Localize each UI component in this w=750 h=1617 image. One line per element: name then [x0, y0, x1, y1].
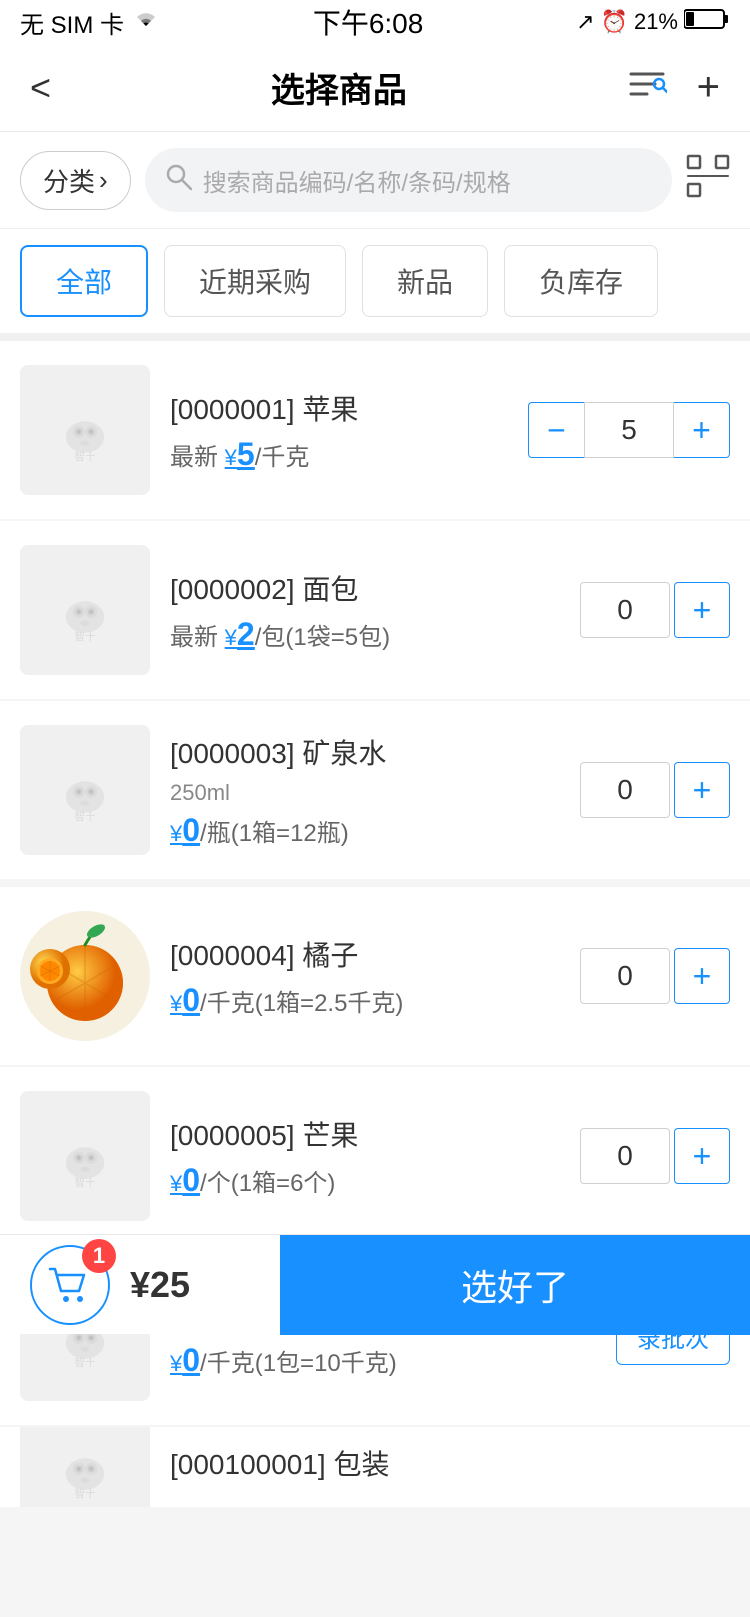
qty-plus-5[interactable]: + — [674, 1128, 730, 1184]
qty-input-4[interactable] — [580, 948, 670, 1004]
product-info-4: [0000004] 橘子 ¥0/千克(1箱=2.5千克) — [170, 934, 560, 1019]
qty-control-1: − + — [528, 402, 730, 458]
product-image-1: 智十 — [20, 365, 150, 495]
product-image-5: 智十 — [20, 1091, 150, 1221]
bottom-bar: 1 ¥25 选好了 — [0, 1234, 750, 1334]
product-name-7: [000100001] 包装 — [170, 1443, 730, 1483]
qty-plus-1[interactable]: + — [674, 402, 730, 458]
product-item-2: 智十 [0000002] 面包 最新 ¥2/包(1袋=5包) + — [0, 521, 750, 699]
qty-input-5[interactable] — [580, 1128, 670, 1184]
product-item-1: 智十 [0000001] 苹果 最新 ¥5/千克 − + — [0, 341, 750, 519]
category-chevron-icon: › — [99, 165, 108, 196]
alarm-icon: ⏰ — [601, 9, 628, 35]
category-button[interactable]: 分类 › — [20, 151, 131, 210]
product-info-3: [0000003] 矿泉水 250ml ¥0/瓶(1箱=12瓶) — [170, 732, 560, 849]
carrier-label: 无 SIM 卡 — [20, 5, 124, 40]
location-icon: ↗ — [576, 9, 594, 35]
battery-icon — [684, 8, 730, 36]
wifi-icon — [132, 8, 160, 37]
product-info-5: [0000005] 芒果 ¥0/个(1箱=6个) — [170, 1114, 560, 1199]
tab-negative[interactable]: 负库存 — [504, 245, 658, 317]
product-image-7: 智十 — [20, 1427, 150, 1507]
product-name-2: [0000002] 面包 — [170, 568, 560, 608]
svg-text:智十: 智十 — [75, 630, 96, 643]
product-name-1: [0000001] 苹果 — [170, 388, 508, 428]
search-box[interactable]: 搜索商品编码/名称/条码/规格 — [145, 148, 672, 212]
svg-text:智十: 智十 — [75, 1487, 96, 1500]
product-image-2: 智十 — [20, 545, 150, 675]
qty-plus-3[interactable]: + — [674, 762, 730, 818]
back-button[interactable]: < — [30, 67, 51, 109]
nav-actions: + — [627, 65, 720, 110]
product-image-4 — [20, 911, 150, 1041]
tab-all[interactable]: 全部 — [20, 245, 148, 317]
status-left: 无 SIM 卡 — [20, 5, 160, 40]
qty-input-3[interactable] — [580, 762, 670, 818]
add-button[interactable]: + — [697, 65, 720, 110]
status-bar: 无 SIM 卡 下午6:08 ↗ ⏰ 21% — [0, 0, 750, 44]
cart-icon-wrap[interactable]: 1 — [30, 1245, 110, 1325]
category-label: 分类 — [43, 162, 95, 199]
tab-recent[interactable]: 近期采购 — [164, 245, 346, 317]
search-icon — [165, 163, 193, 198]
qty-control-3: + — [580, 762, 730, 818]
tab-new[interactable]: 新品 — [362, 245, 488, 317]
product-info-7: [000100001] 包装 — [170, 1443, 730, 1491]
qty-input-1[interactable] — [584, 402, 674, 458]
status-right: ↗ ⏰ 21% — [576, 8, 730, 36]
page-title: 选择商品 — [271, 63, 407, 112]
qty-input-2[interactable] — [580, 582, 670, 638]
qty-minus-1[interactable]: − — [528, 402, 584, 458]
product-image-3: 智十 — [20, 725, 150, 855]
cart-badge: 1 — [82, 1239, 116, 1273]
svg-text:智十: 智十 — [75, 810, 96, 823]
product-spec-3: 250ml — [170, 780, 560, 806]
nav-bar: < 选择商品 + — [0, 44, 750, 132]
filter-row: 分类 › 搜索商品编码/名称/条码/规格 — [0, 132, 750, 229]
product-price-3: ¥0/瓶(1箱=12瓶) — [170, 812, 560, 849]
product-name-3: [0000003] 矿泉水 — [170, 732, 560, 772]
product-item-4: [0000004] 橘子 ¥0/千克(1箱=2.5千克) + — [0, 887, 750, 1065]
qty-control-2: + — [580, 582, 730, 638]
confirm-button[interactable]: 选好了 — [280, 1235, 750, 1335]
search-placeholder: 搜索商品编码/名称/条码/规格 — [203, 163, 511, 198]
svg-text:智十: 智十 — [75, 1356, 96, 1369]
product-info-2: [0000002] 面包 最新 ¥2/包(1袋=5包) — [170, 568, 560, 653]
tab-row: 全部 近期采购 新品 负库存 — [0, 229, 750, 341]
product-price-2: 最新 ¥2/包(1袋=5包) — [170, 616, 560, 653]
battery-label: 21% — [634, 9, 678, 35]
status-time: 下午6:08 — [313, 2, 424, 42]
qty-plus-2[interactable]: + — [674, 582, 730, 638]
product-item-5: 智十 [0000005] 芒果 ¥0/个(1箱=6个) + — [0, 1067, 750, 1245]
product-price-4: ¥0/千克(1箱=2.5千克) — [170, 982, 560, 1019]
scan-icon[interactable] — [686, 154, 730, 206]
qty-control-5: + — [580, 1128, 730, 1184]
product-price-1: 最新 ¥5/千克 — [170, 436, 508, 473]
product-price-6: ¥0/千克(1包=10千克) — [170, 1342, 596, 1379]
product-name-4: [0000004] 橘子 — [170, 934, 560, 974]
product-info-1: [0000001] 苹果 最新 ¥5/千克 — [170, 388, 508, 473]
svg-text:智十: 智十 — [75, 450, 96, 463]
qty-plus-4[interactable]: + — [674, 948, 730, 1004]
product-item-3: 智十 [0000003] 矿泉水 250ml ¥0/瓶(1箱=12瓶) + — [0, 701, 750, 879]
svg-text:智十: 智十 — [75, 1176, 96, 1189]
cart-section: 1 ¥25 — [0, 1245, 280, 1325]
cart-total: ¥25 — [130, 1264, 190, 1306]
product-item-7: 智十 [000100001] 包装 — [0, 1427, 750, 1507]
product-name-5: [0000005] 芒果 — [170, 1114, 560, 1154]
qty-control-4: + — [580, 948, 730, 1004]
product-price-5: ¥0/个(1箱=6个) — [170, 1162, 560, 1199]
filter-icon[interactable] — [627, 68, 667, 108]
